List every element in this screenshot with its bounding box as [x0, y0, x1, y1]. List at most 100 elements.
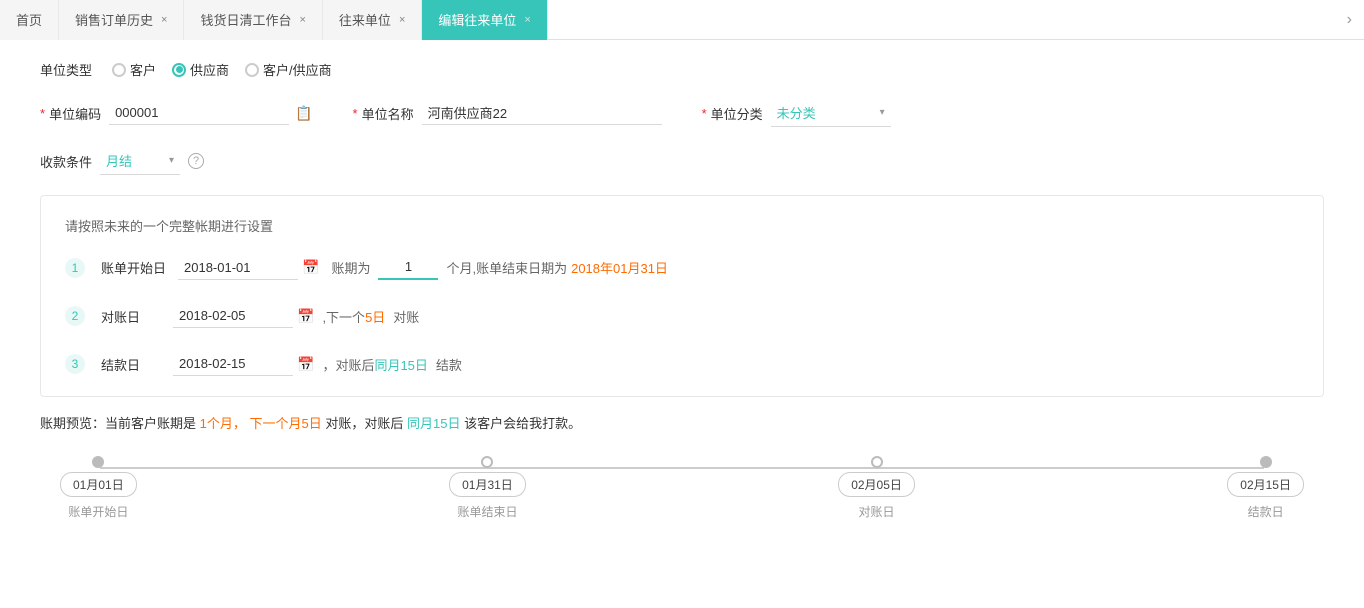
setting-row-2: 2 对账日 📅 ,下一个 5日 对账 [65, 304, 1299, 328]
payment-date-calendar-icon[interactable]: 📅 [297, 356, 314, 373]
preview-part4: 同月15日 [407, 416, 460, 431]
reconcile-desc-2: 对账 [393, 307, 419, 326]
payment-condition-label: 收款条件 [40, 152, 92, 171]
node-badge-1: 01月01日 [60, 472, 137, 497]
node-dot-2 [481, 456, 493, 468]
radio-customer-supplier-circle [245, 63, 259, 77]
tab-partner-close[interactable]: × [399, 14, 405, 26]
settings-section: 请按照未来的一个完整帐期进行设置 1 账单开始日 📅 账期为 个月,账单结束日期… [40, 195, 1324, 397]
unit-type-row: 单位类型 客户 供应商 客户/供应商 [40, 60, 1324, 79]
node-badge-3: 02月05日 [838, 472, 915, 497]
node-dot-1 [92, 456, 104, 468]
reconcile-date-calendar-icon[interactable]: 📅 [297, 308, 314, 325]
payment-condition-row: 收款条件 月结 ▾ ? [40, 147, 1324, 175]
reconcile-date-label: 对账日 [101, 307, 161, 326]
tab-home-label: 首页 [16, 10, 42, 29]
setting-row-1: 1 账单开始日 📅 账期为 个月,账单结束日期为 2018年01月31日 [65, 255, 1299, 280]
tab-cash-work-close[interactable]: × [299, 14, 305, 26]
unit-category-chevron: ▾ [880, 107, 885, 118]
end-date-highlight: 2018年01月31日 [571, 258, 668, 277]
unit-code-input[interactable] [109, 101, 289, 125]
unit-code-required: * [40, 106, 45, 121]
node-label-3: 对账日 [859, 503, 895, 520]
tab-edit-partner[interactable]: 编辑往来单位 × [422, 0, 547, 40]
tab-home[interactable]: 首页 [0, 0, 59, 40]
tab-more-button[interactable]: › [1335, 11, 1364, 29]
unit-name-input[interactable] [422, 101, 662, 125]
main-content: 单位类型 客户 供应商 客户/供应商 * 单位编码 📋 * 单位名称 * 单位分… [0, 40, 1364, 608]
period-input[interactable] [378, 255, 438, 280]
radio-customer-circle [112, 63, 126, 77]
payment-desc-1: ，对账后 [322, 355, 374, 374]
step-3: 3 [65, 354, 85, 374]
radio-supplier-label: 供应商 [190, 60, 229, 79]
preview-part3: 对账，对账后 [325, 416, 403, 431]
setting-row-3: 3 结款日 📅 ，对账后 同月15日 结款 [65, 352, 1299, 376]
preview-text: 账期预览：当前客户账期是 1个月， 下一个月5日 对账，对账后 同月15日 该客… [40, 413, 1324, 432]
tab-partner-label: 往来单位 [339, 10, 391, 29]
node-label-4: 结款日 [1248, 503, 1284, 520]
preview-part1: 1个月， [200, 416, 246, 431]
step-2: 2 [65, 306, 85, 326]
unit-name-label: 单位名称 [362, 104, 414, 123]
preview-part2: 下一个月5日 [250, 416, 322, 431]
unit-category-required: * [702, 106, 707, 121]
tab-sales-history-label: 销售订单历史 [75, 10, 153, 29]
radio-customer-label: 客户 [130, 60, 156, 79]
period-prefix: 账期为 [331, 258, 370, 277]
period-suffix: 个月,账单结束日期为 [446, 258, 567, 277]
payment-condition-value: 月结 [106, 151, 163, 170]
tab-edit-partner-close[interactable]: × [524, 14, 530, 26]
timeline-node-2: 01月31日 账单结束日 [449, 456, 526, 520]
start-date-calendar-icon[interactable]: 📅 [302, 259, 319, 276]
payment-day-highlight: 同月15日 [374, 355, 427, 374]
payment-date-label: 结款日 [101, 355, 161, 374]
unit-category-label: 单位分类 [711, 104, 763, 123]
radio-customer[interactable]: 客户 [112, 60, 156, 79]
step-1: 1 [65, 258, 85, 278]
unit-info-row: * 单位编码 📋 * 单位名称 * 单位分类 未分类 ▾ [40, 99, 1324, 127]
tab-bar: 首页 销售订单历史 × 钱货日清工作台 × 往来单位 × 编辑往来单位 × › [0, 0, 1364, 40]
node-label-2: 账单结束日 [457, 503, 517, 520]
tab-sales-history[interactable]: 销售订单历史 × [59, 0, 184, 40]
reconcile-date-input[interactable] [173, 304, 293, 328]
preview-part5: 该客户会给我打款。 [464, 416, 581, 431]
reconcile-day-highlight: 5日 [365, 307, 385, 326]
unit-type-radio-group: 客户 供应商 客户/供应商 [112, 60, 332, 79]
start-date-label: 账单开始日 [101, 258, 166, 277]
tab-partner[interactable]: 往来单位 × [323, 0, 422, 40]
payment-condition-select[interactable]: 月结 ▾ [100, 147, 180, 175]
radio-customer-supplier-label: 客户/供应商 [263, 60, 332, 79]
unit-category-select[interactable]: 未分类 ▾ [771, 99, 891, 127]
node-label-1: 账单开始日 [68, 503, 128, 520]
radio-customer-supplier[interactable]: 客户/供应商 [245, 60, 332, 79]
timeline-node-3: 02月05日 对账日 [838, 456, 915, 520]
tab-cash-work-label: 钱货日清工作台 [200, 10, 291, 29]
payment-condition-chevron: ▾ [169, 155, 174, 166]
unit-type-label: 单位类型 [40, 60, 92, 79]
timeline-container: 01月01日 账单开始日 01月31日 账单结束日 02月05日 对账日 02月… [40, 456, 1324, 520]
preview-label: 账期预览：当前客户账期是 [40, 416, 196, 431]
unit-code-label: 单位编码 [49, 104, 101, 123]
copy-icon[interactable]: 📋 [295, 105, 312, 122]
help-icon[interactable]: ? [188, 153, 204, 169]
node-badge-4: 02月15日 [1227, 472, 1304, 497]
payment-desc-2: 结款 [436, 355, 462, 374]
timeline-nodes: 01月01日 账单开始日 01月31日 账单结束日 02月05日 对账日 02月… [60, 456, 1304, 520]
tab-sales-history-close[interactable]: × [161, 14, 167, 26]
reconcile-desc-1: ,下一个 [322, 307, 365, 326]
tab-edit-partner-label: 编辑往来单位 [438, 10, 516, 29]
section-title: 请按照未来的一个完整帐期进行设置 [65, 216, 1299, 235]
payment-date-input[interactable] [173, 352, 293, 376]
node-badge-2: 01月31日 [449, 472, 526, 497]
radio-supplier[interactable]: 供应商 [172, 60, 229, 79]
node-dot-4 [1260, 456, 1272, 468]
unit-name-required: * [353, 106, 358, 121]
node-dot-3 [871, 456, 883, 468]
timeline-node-1: 01月01日 账单开始日 [60, 456, 137, 520]
radio-supplier-circle [172, 63, 186, 77]
tab-cash-work[interactable]: 钱货日清工作台 × [184, 0, 322, 40]
start-date-input[interactable] [178, 256, 298, 280]
unit-category-value: 未分类 [777, 103, 874, 122]
timeline-node-4: 02月15日 结款日 [1227, 456, 1304, 520]
